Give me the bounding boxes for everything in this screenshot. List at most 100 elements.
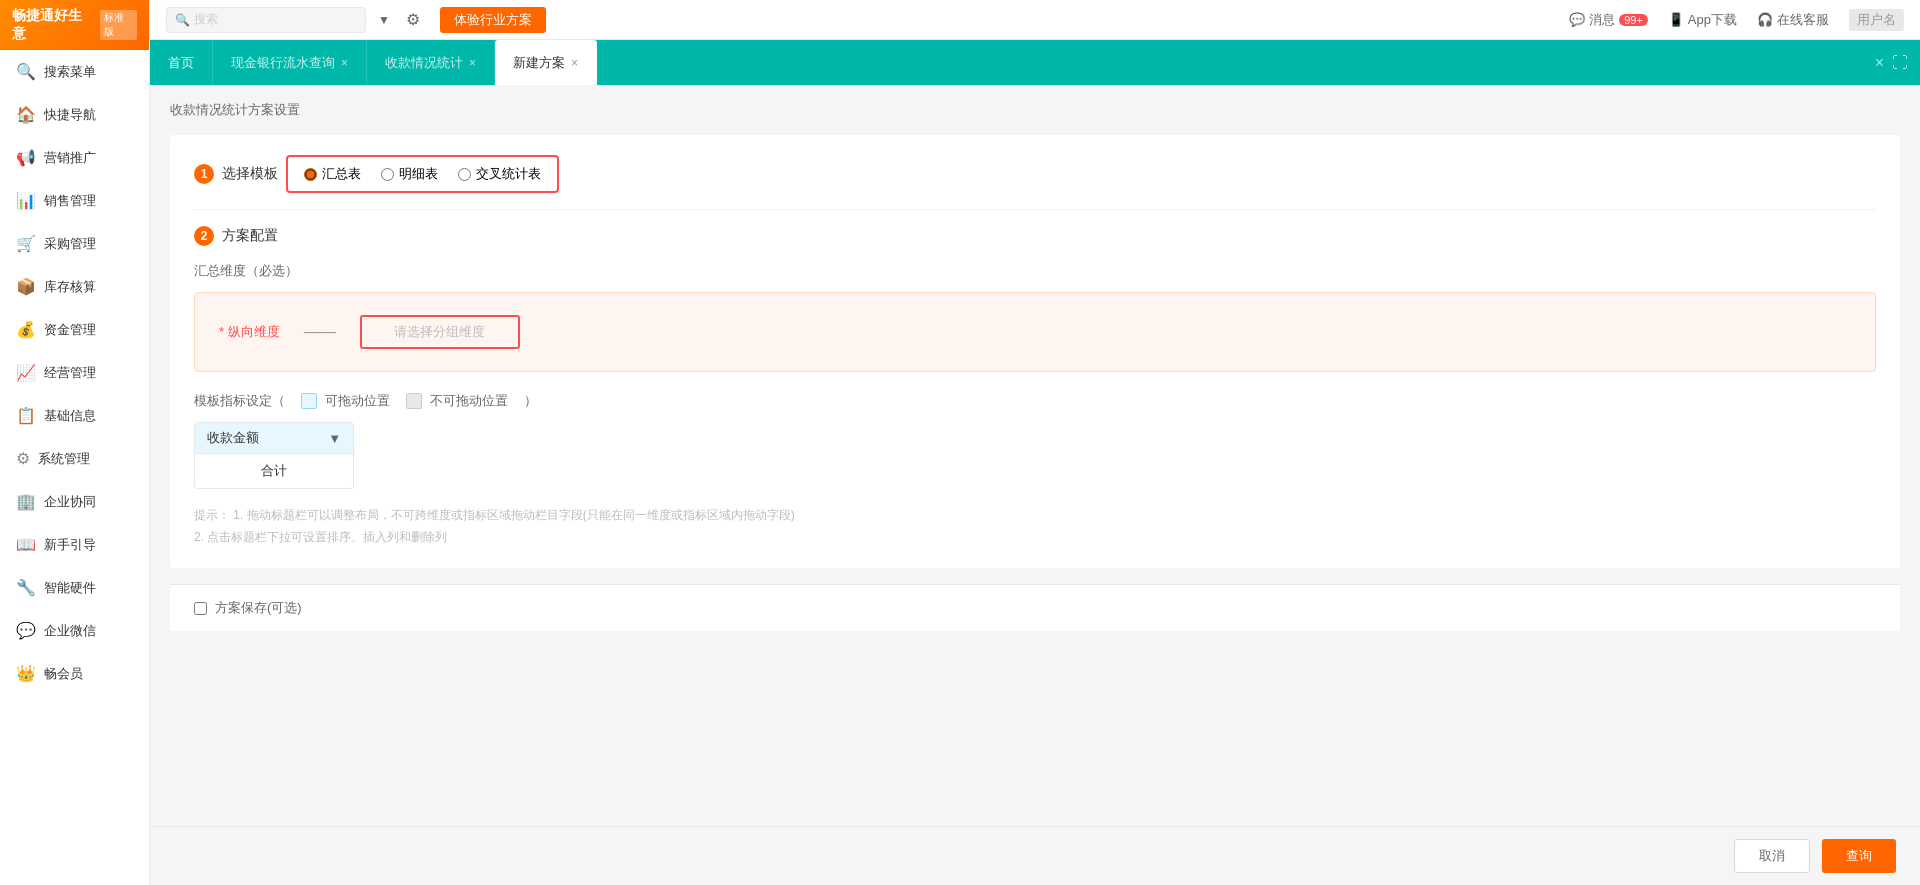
sidebar-item-label: 智能硬件 xyxy=(44,579,96,597)
sidebar-item-label: 搜索菜单 xyxy=(44,63,96,81)
metrics-dropdown-icon[interactable]: ▼ xyxy=(328,431,341,446)
download-icon: 📱 xyxy=(1668,12,1684,27)
sidebar-item-management[interactable]: 📈 经营管理 xyxy=(0,351,149,394)
radio-cross-label: 交叉统计表 xyxy=(476,165,541,183)
save-checkbox[interactable] xyxy=(194,602,207,615)
page-title: 收款情况统计方案设置 xyxy=(170,101,1900,119)
sidebar-item-label: 营销推广 xyxy=(44,149,96,167)
metrics-legend: 可拖动位置 xyxy=(301,392,390,410)
support-icon: 🎧 xyxy=(1757,12,1773,27)
sidebar-item-member[interactable]: 👑 畅会员 xyxy=(0,652,149,695)
sidebar-item-system[interactable]: ⚙ 系统管理 xyxy=(0,437,149,480)
tab-cash-flow[interactable]: 现金银行流水查询 × xyxy=(213,40,367,85)
sidebar-item-finance[interactable]: 💰 资金管理 xyxy=(0,308,149,351)
system-icon: ⚙ xyxy=(16,449,30,468)
tab-close-icon[interactable]: × xyxy=(469,56,476,70)
download-label: App下载 xyxy=(1688,11,1737,29)
support-item[interactable]: 🎧 在线客服 xyxy=(1757,11,1829,29)
template-selector: 汇总表 明细表 交叉统计表 xyxy=(286,155,559,193)
sidebar-item-label: 企业微信 xyxy=(44,622,96,640)
home-tab-label: 首页 xyxy=(168,54,194,72)
step1-badge: 1 xyxy=(194,164,214,184)
non-draggable-legend: 不可拖动位置 xyxy=(406,392,508,410)
step1-header: 1 选择模板 汇总表 明细表 交叉统计表 xyxy=(194,155,1876,193)
message-badge: 99+ xyxy=(1619,14,1648,26)
message-icon: 💬 xyxy=(1569,12,1585,27)
user-label: 用户名 xyxy=(1849,9,1904,31)
tab-close-active-icon[interactable]: × xyxy=(571,56,578,70)
inventory-icon: 📦 xyxy=(16,277,36,296)
tab-close-icon[interactable]: × xyxy=(341,56,348,70)
tab-bar: 首页 现金银行流水查询 × 收款情况统计 × 新建方案 × × ⛶ xyxy=(150,40,1920,85)
sidebar-item-label: 系统管理 xyxy=(38,450,90,468)
sales-icon: 📊 xyxy=(16,191,36,210)
tab-new-plan[interactable]: 新建方案 × xyxy=(495,40,597,85)
radio-summary-input[interactable] xyxy=(304,168,317,181)
top-bar: 🔍 搜索 ▼ ⚙ 体验行业方案 💬 消息 99+ 📱 App下载 🎧 在线客服 … xyxy=(150,0,1920,40)
gear-icon[interactable]: ⚙ xyxy=(406,10,420,29)
divider1 xyxy=(194,209,1876,210)
sidebar-item-enterprise[interactable]: 🏢 企业协同 xyxy=(0,480,149,523)
radio-summary[interactable]: 汇总表 xyxy=(304,165,361,183)
app-name: 畅捷通好生意 xyxy=(12,7,92,43)
radio-detail-label: 明细表 xyxy=(399,165,438,183)
search-icon: 🔍 xyxy=(16,62,36,81)
sidebar-item-sales[interactable]: 📊 销售管理 xyxy=(0,179,149,222)
message-item[interactable]: 💬 消息 99+ xyxy=(1569,11,1648,29)
dimension-row: * 纵向维度 —— 请选择分组维度 xyxy=(219,315,520,349)
home-icon: 🏠 xyxy=(16,105,36,124)
footer-actions: 取消 查询 xyxy=(150,826,1920,885)
management-icon: 📈 xyxy=(16,363,36,382)
hardware-icon: 🔧 xyxy=(16,578,36,597)
sidebar-item-hardware[interactable]: 🔧 智能硬件 xyxy=(0,566,149,609)
radio-detail[interactable]: 明细表 xyxy=(381,165,438,183)
step1-title: 选择模板 xyxy=(222,165,278,183)
radio-detail-input[interactable] xyxy=(381,168,394,181)
dimension-title: 汇总维度（必选） xyxy=(194,262,1876,280)
draggable-legend-box xyxy=(301,393,317,409)
sidebar-item-search[interactable]: 🔍 搜索菜单 xyxy=(0,50,149,93)
sidebar-item-marketing[interactable]: 📢 营销推广 xyxy=(0,136,149,179)
sidebar-item-label: 销售管理 xyxy=(44,192,96,210)
sidebar-item-label: 库存核算 xyxy=(44,278,96,296)
dimension-selector[interactable]: 请选择分组维度 xyxy=(360,315,520,349)
tab-maximize-icon[interactable]: ⛶ xyxy=(1892,54,1908,72)
trial-button[interactable]: 体验行业方案 xyxy=(440,7,546,33)
radio-cross-input[interactable] xyxy=(458,168,471,181)
tab-home[interactable]: 首页 xyxy=(150,40,213,85)
sidebar: 畅捷通好生意 标准版 🔍 搜索菜单 🏠 快捷导航 📢 营销推广 📊 销售管理 🛒… xyxy=(0,0,150,885)
radio-cross[interactable]: 交叉统计表 xyxy=(458,165,541,183)
cancel-button[interactable]: 取消 xyxy=(1734,839,1810,873)
radio-summary-label: 汇总表 xyxy=(322,165,361,183)
top-bar-right: 💬 消息 99+ 📱 App下载 🎧 在线客服 用户名 xyxy=(1569,9,1904,31)
user-item[interactable]: 用户名 xyxy=(1849,9,1904,31)
step2-title: 方案配置 xyxy=(222,227,278,245)
sidebar-item-label: 企业协同 xyxy=(44,493,96,511)
sidebar-item-label: 新手引导 xyxy=(44,536,96,554)
new-plan-tab-label: 新建方案 xyxy=(513,54,565,72)
dropdown-icon[interactable]: ▼ xyxy=(378,13,390,27)
enterprise-icon: 🏢 xyxy=(16,492,36,511)
sidebar-item-label: 采购管理 xyxy=(44,235,96,253)
sidebar-item-guide[interactable]: 📖 新手引导 xyxy=(0,523,149,566)
vertical-dimension-label: * 纵向维度 xyxy=(219,323,280,341)
receipt-stats-tab-label: 收款情况统计 xyxy=(385,54,463,72)
tab-close-all-icon[interactable]: × xyxy=(1875,54,1884,72)
draggable-label: 可拖动位置 xyxy=(325,392,390,410)
download-item[interactable]: 📱 App下载 xyxy=(1668,11,1737,29)
metrics-header: 模板指标设定（ 可拖动位置 不可拖动位置 ） xyxy=(194,392,1876,410)
step2-header: 2 方案配置 xyxy=(194,226,1876,246)
sidebar-item-nav[interactable]: 🏠 快捷导航 xyxy=(0,93,149,136)
metrics-title-suffix: ） xyxy=(524,392,537,410)
query-button[interactable]: 查询 xyxy=(1822,839,1896,873)
sidebar-item-basic-info[interactable]: 📋 基础信息 xyxy=(0,394,149,437)
tab-receipt-stats[interactable]: 收款情况统计 × xyxy=(367,40,495,85)
sidebar-item-wechat[interactable]: 💬 企业微信 xyxy=(0,609,149,652)
main-card: 1 选择模板 汇总表 明细表 交叉统计表 xyxy=(170,135,1900,568)
sidebar-item-inventory[interactable]: 📦 库存核算 xyxy=(0,265,149,308)
sidebar-item-label: 快捷导航 xyxy=(44,106,96,124)
edition-badge: 标准版 xyxy=(100,10,137,40)
top-search[interactable]: 🔍 搜索 xyxy=(166,7,366,33)
sidebar-item-purchase[interactable]: 🛒 采购管理 xyxy=(0,222,149,265)
dimension-title-text: 汇总维度（必选） xyxy=(194,263,298,278)
